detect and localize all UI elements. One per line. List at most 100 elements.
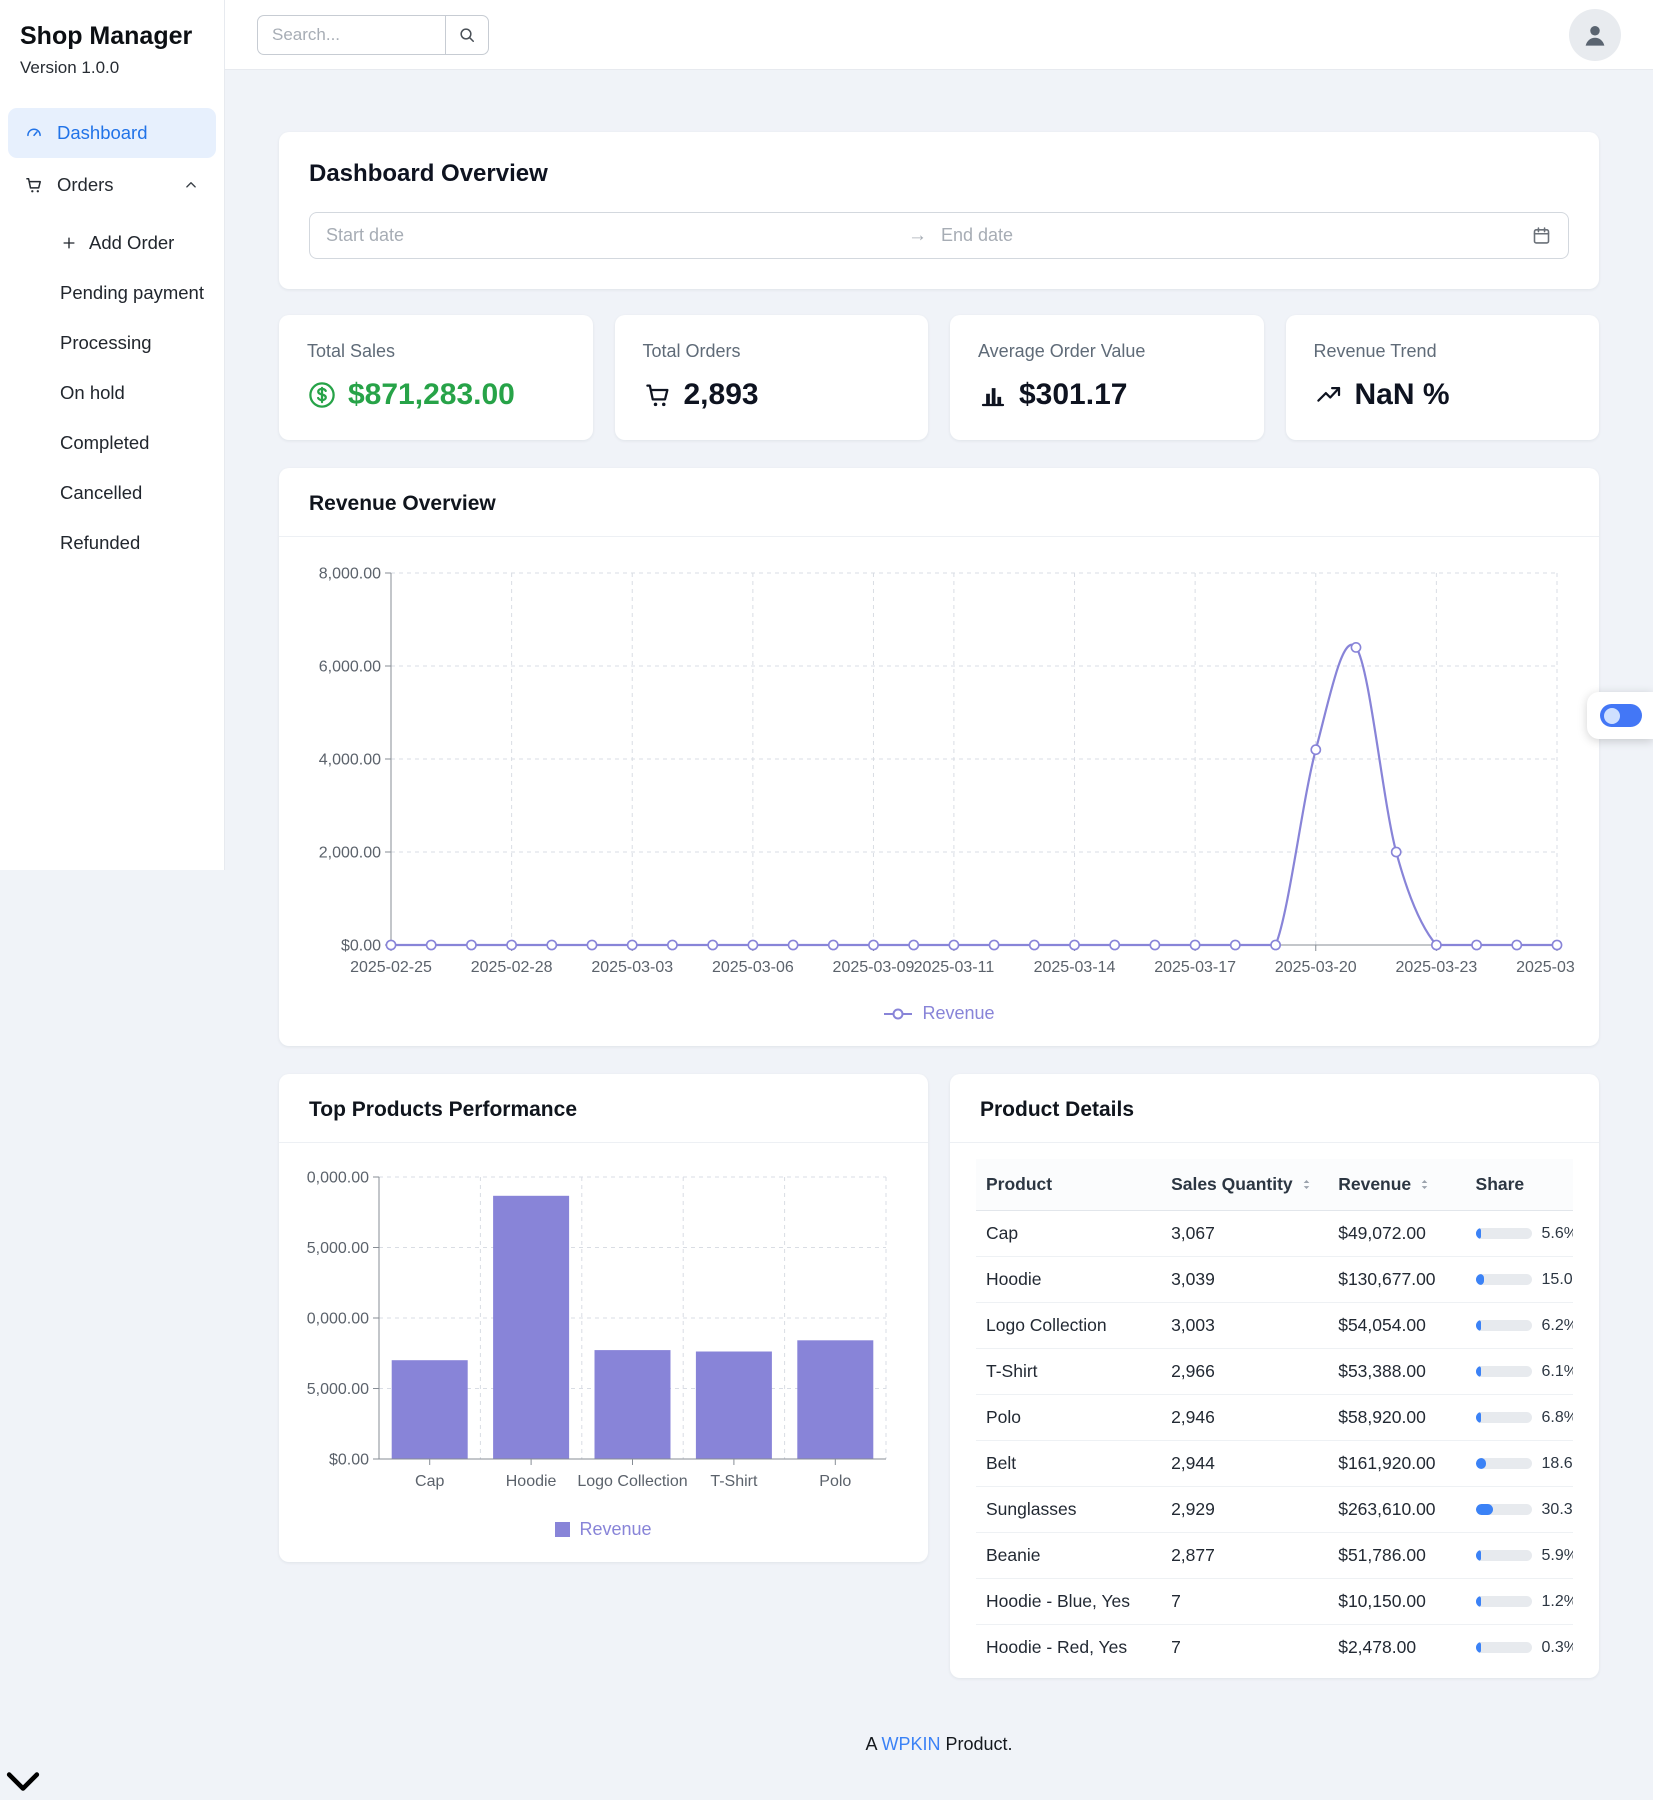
column-header-product: Product (976, 1159, 1162, 1211)
collapse-chevron[interactable] (5, 1770, 41, 1794)
sidebar-item-processing[interactable]: Processing (0, 318, 224, 368)
share-cell: 15.0% (1475, 1271, 1573, 1289)
product-details-card: Product Details Product Sales Quantity Rev… (950, 1074, 1599, 1678)
sidebar-column: Shop Manager Version 1.0.0 Dashboard Ord… (0, 0, 225, 1755)
search-icon (457, 25, 477, 45)
svg-text:T-Shirt: T-Shirt (710, 1473, 758, 1490)
dashboard-overview-card: Dashboard Overview → (279, 132, 1599, 289)
sales-quantity: 2,929 (1161, 1486, 1329, 1533)
sidebar-item-pending-payment[interactable]: Pending payment (0, 268, 224, 318)
arrow-right-icon: → (908, 224, 927, 246)
svg-text:2025-03-26: 2025-03-26 (1516, 959, 1575, 976)
sidebar-item-dashboard[interactable]: Dashboard (8, 108, 216, 158)
card-header: Revenue Overview (279, 468, 1599, 537)
revenue: $53,388.00 (1328, 1348, 1466, 1395)
svg-text:4,000.00: 4,000.00 (319, 752, 381, 769)
svg-text:$0.00: $0.00 (329, 1452, 369, 1469)
sidebar-nav: Dashboard Orders Add Order Pending paymen… (0, 108, 224, 568)
search-input[interactable] (257, 14, 445, 55)
legend-revenue-bar[interactable]: Revenue (279, 1511, 928, 1562)
svg-text:2025-03-14: 2025-03-14 (1034, 959, 1116, 976)
share-percentage: 5.6% (1541, 1224, 1573, 1242)
avatar[interactable] (1569, 8, 1621, 61)
share-progress (1475, 1642, 1532, 1653)
stat-card-total-sales: Total Sales $871,283.00 (279, 315, 593, 440)
search-button[interactable] (445, 14, 489, 55)
search-bar (257, 14, 489, 55)
sidebar-item-label: On hold (60, 382, 125, 403)
product-table-area: Product Sales Quantity Revenue Share Cap 3,0… (950, 1143, 1599, 1678)
date-range-picker[interactable]: → (309, 212, 1569, 259)
sidebar-item-label: Pending payment (60, 282, 204, 303)
footer: A WPKIN Product. (279, 1734, 1599, 1755)
svg-text:2025-03-09: 2025-03-09 (833, 959, 915, 976)
share-progress (1475, 1366, 1532, 1377)
sidebar-item-on-hold[interactable]: On hold (0, 368, 224, 418)
svg-text:2025-03-11: 2025-03-11 (914, 959, 995, 976)
svg-text:2025-03-03: 2025-03-03 (591, 959, 673, 976)
revenue: $161,920.00 (1328, 1440, 1466, 1487)
card-header: Top Products Performance (279, 1074, 928, 1143)
bar-legend-icon (555, 1522, 571, 1537)
svg-text:Logo Collection: Logo Collection (577, 1473, 687, 1490)
wpkin-link[interactable]: WPKIN (881, 1734, 940, 1754)
plus-icon (60, 234, 78, 252)
sort-icon (1299, 1177, 1314, 1192)
svg-text:8,000.00: 8,000.00 (319, 566, 381, 583)
chevron-up-icon (182, 176, 200, 194)
sidebar-item-label: Refunded (60, 532, 141, 553)
share-cell: 5.6% (1475, 1225, 1573, 1243)
sidebar-item-label: Processing (60, 332, 152, 353)
card-title: Product Details (980, 1098, 1135, 1121)
toggle-switch[interactable] (1600, 704, 1642, 727)
svg-text:5,000.00: 5,000.00 (307, 1381, 369, 1398)
app-version: Version 1.0.0 (20, 58, 120, 77)
product-name: Hoodie - Red, Yes (986, 1637, 1128, 1657)
share-cell: 30.3% (1475, 1501, 1573, 1519)
product-name: Polo (976, 1394, 1162, 1441)
share-percentage: 6.8% (1541, 1408, 1573, 1426)
sales-quantity: 2,877 (1161, 1532, 1329, 1579)
line-legend-icon (884, 1008, 913, 1019)
svg-text:5,000.00: 5,000.00 (307, 1240, 369, 1257)
start-date-input[interactable] (326, 225, 904, 246)
floating-toggle-panel[interactable] (1587, 692, 1653, 739)
share-progress (1475, 1550, 1532, 1561)
cart-icon (643, 380, 673, 410)
product-name: Belt (976, 1440, 1162, 1487)
sidebar-item-cancelled[interactable]: Cancelled (0, 468, 224, 518)
end-date-input[interactable] (941, 225, 1519, 246)
sidebar-item-add-order[interactable]: Add Order (0, 218, 224, 268)
svg-text:Cap: Cap (415, 1473, 444, 1490)
svg-text:2025-03-17: 2025-03-17 (1154, 959, 1236, 976)
legend-revenue-line[interactable]: Revenue (279, 995, 1599, 1046)
top-products-card: Top Products Performance $0.00 5,000.00 0,… (279, 1074, 928, 1562)
chevron-down-icon (6, 1772, 40, 1791)
table-row: Hoodie - Blue, Yes7$10,150.00 1.2% (976, 1578, 1573, 1625)
toggle-knob (1604, 707, 1620, 724)
table-row: Cap3,067$49,072.00 5.6% (976, 1210, 1573, 1257)
share-percentage: 15.0% (1541, 1270, 1573, 1288)
main-column: Dashboard Overview → Total Sales $871,283… (225, 0, 1653, 1755)
sidebar-item-refunded[interactable]: Refunded (0, 518, 224, 568)
column-header-revenue[interactable]: Revenue (1328, 1159, 1466, 1211)
footer-text: A (865, 1734, 877, 1754)
table-row: Polo2,946$58,920.00 6.8% (976, 1394, 1573, 1441)
svg-text:Hoodie: Hoodie (506, 1473, 557, 1490)
sidebar-item-orders[interactable]: Orders (8, 160, 216, 210)
legend-label: Revenue (922, 1003, 995, 1023)
stat-card-total-orders: Total Orders 2,893 (614, 315, 928, 440)
app-title: Shop Manager (20, 22, 193, 50)
svg-text:2025-02-28: 2025-02-28 (471, 959, 553, 976)
stat-card-average-order-value: Average Order Value $301.17 (950, 315, 1264, 440)
products-chart-area: $0.00 5,000.00 0,000.00 5,000.00 0,000.00 Cap… (279, 1143, 928, 1511)
revenue: $263,610.00 (1328, 1486, 1466, 1533)
column-header-sales-quantity[interactable]: Sales Quantity (1161, 1159, 1329, 1211)
svg-text:2025-03-23: 2025-03-23 (1395, 959, 1477, 976)
share-percentage: 1.2% (1541, 1592, 1573, 1610)
column-chart-icon (978, 380, 1008, 410)
stat-value: $871,283.00 (307, 378, 565, 412)
revenue-line-chart: $0.00 2,000.00 4,000.00 6,000.00 8,000.00 202… (319, 566, 1575, 977)
card-header: Product Details (950, 1074, 1599, 1143)
sidebar-item-completed[interactable]: Completed (0, 418, 224, 468)
